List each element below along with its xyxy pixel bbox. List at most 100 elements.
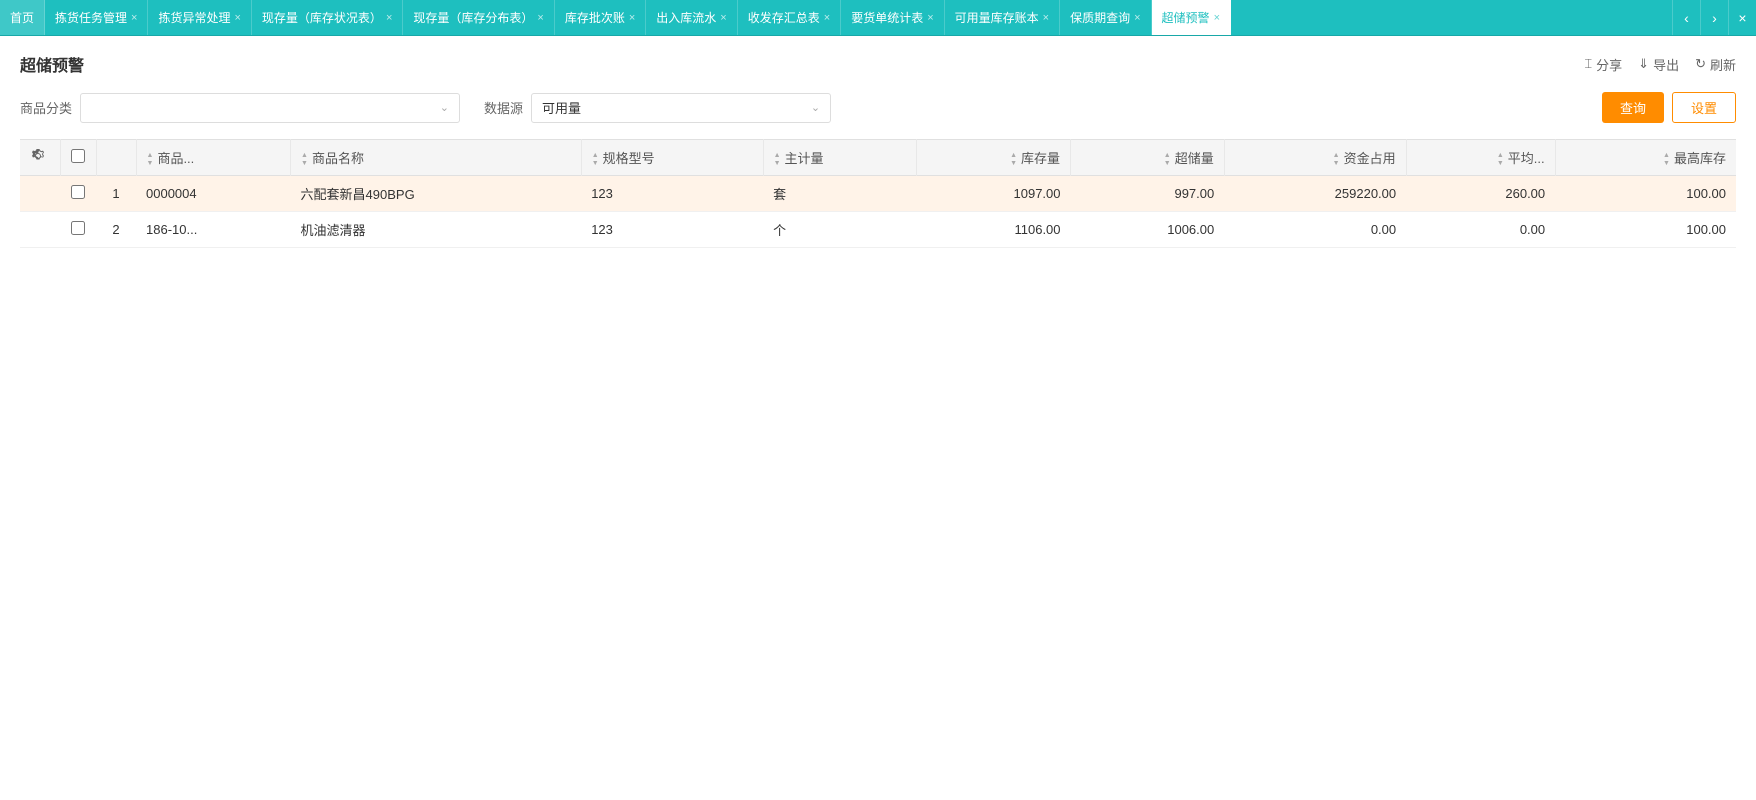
nav-tab-batch[interactable]: 库存批次账 × <box>555 0 646 35</box>
nav-tab-quality-check[interactable]: 保质期查询 × <box>1060 0 1151 35</box>
row-checkbox-cell <box>60 176 96 212</box>
row-stock-qty: 1106.00 <box>917 212 1071 248</box>
refresh-icon: ↻ <box>1695 56 1706 72</box>
product-code-header[interactable]: ▲▼商品... <box>136 140 291 176</box>
tab-label: 拣货异常处理 <box>158 9 230 26</box>
row-spec: 123 <box>581 176 763 212</box>
tab-close-icon[interactable]: × <box>720 12 726 24</box>
page-header: 超储预警 ⌶ 分享 ⇓ 导出 ↻ 刷新 <box>20 52 1736 76</box>
tab-close-icon[interactable]: × <box>1043 12 1049 24</box>
nav-arrow-close[interactable]: × <box>1728 0 1756 35</box>
tab-label: 收发存汇总表 <box>748 9 820 26</box>
tab-close-icon[interactable]: × <box>1134 12 1140 24</box>
row-spec: 123 <box>581 212 763 248</box>
sort-icon: ▲▼ <box>1010 152 1017 167</box>
table-row: 2 186-10... 机油滤清器 123 个 1106.00 1006.00 … <box>20 212 1736 248</box>
refresh-action[interactable]: ↻ 刷新 <box>1695 55 1736 74</box>
row-max-stock: 100.00 <box>1555 212 1736 248</box>
page-content: 超储预警 ⌶ 分享 ⇓ 导出 ↻ 刷新 商品分类 ⌄ 数据源 <box>0 36 1756 264</box>
share-action[interactable]: ⌶ 分享 <box>1584 55 1622 74</box>
tab-close-icon[interactable]: × <box>1214 12 1220 24</box>
row-overstock-qty: 1006.00 <box>1071 212 1225 248</box>
spec-header[interactable]: ▲▼规格型号 <box>581 140 763 176</box>
row-max-stock: 100.00 <box>1555 176 1736 212</box>
row-stock-qty: 1097.00 <box>917 176 1071 212</box>
row-checkbox[interactable] <box>71 185 85 199</box>
row-capital-use: 0.00 <box>1224 212 1406 248</box>
datasource-filter: 数据源 可用量 ⌄ <box>484 93 831 123</box>
chevron-down-icon-2: ⌄ <box>811 101 820 114</box>
row-number: 1 <box>96 176 136 212</box>
share-icon: ⌶ <box>1584 56 1592 72</box>
row-product-name: 机油滤清器 <box>291 212 582 248</box>
table-header-row: ▲▼商品... ▲▼商品名称 ▲▼规格型号 ▲▼主计量 ▲▼库存量 ▲▼超储量 <box>20 140 1736 176</box>
filter-bar: 商品分类 ⌄ 数据源 可用量 ⌄ 查询 设置 <box>20 92 1736 123</box>
tab-close-icon[interactable]: × <box>537 12 543 24</box>
datasource-select[interactable]: 可用量 ⌄ <box>531 93 831 123</box>
sort-icon: ▲▼ <box>1497 152 1504 167</box>
export-action[interactable]: ⇓ 导出 <box>1638 55 1679 74</box>
row-overstock-qty: 997.00 <box>1071 176 1225 212</box>
row-num-header <box>96 140 136 176</box>
max-stock-header[interactable]: ▲▼最高库存 <box>1555 140 1736 176</box>
tab-close-icon[interactable]: × <box>629 12 635 24</box>
nav-arrow-left[interactable]: ‹ <box>1672 0 1700 35</box>
tab-label: 可用量库存账本 <box>955 9 1039 26</box>
avg-header[interactable]: ▲▼平均... <box>1406 140 1555 176</box>
datasource-value: 可用量 <box>542 98 581 117</box>
nav-tab-available-ledger[interactable]: 可用量库存账本 × <box>945 0 1060 35</box>
tab-label: 出入库流水 <box>656 9 716 26</box>
tab-label: 现存量（库存状况表） <box>262 9 382 26</box>
nav-tab-exception[interactable]: 拣货异常处理 × <box>148 0 251 35</box>
row-capital-use: 259220.00 <box>1224 176 1406 212</box>
share-label: 分享 <box>1596 55 1622 74</box>
top-navigation: 首页拣货任务管理 ×拣货异常处理 ×现存量（库存状况表） ×现存量（库存分布表）… <box>0 0 1756 36</box>
tab-close-icon[interactable]: × <box>386 12 392 24</box>
nav-tab-home[interactable]: 首页 <box>0 0 45 35</box>
tab-label: 拣货任务管理 <box>55 9 127 26</box>
sort-icon: ▲▼ <box>774 152 781 167</box>
unit-header[interactable]: ▲▼主计量 <box>763 140 917 176</box>
row-checkbox[interactable] <box>71 221 85 235</box>
tab-close-icon[interactable]: × <box>234 12 240 24</box>
datasource-label: 数据源 <box>484 98 523 117</box>
gear-column-header <box>20 140 60 176</box>
row-checkbox-cell <box>60 212 96 248</box>
settings-button[interactable]: 设置 <box>1672 92 1736 123</box>
select-all-header <box>60 140 96 176</box>
tab-label: 首页 <box>10 9 34 26</box>
product-name-header[interactable]: ▲▼商品名称 <box>291 140 582 176</box>
sort-icon: ▲▼ <box>1333 152 1340 167</box>
query-button[interactable]: 查询 <box>1602 92 1664 123</box>
nav-arrow-right[interactable]: › <box>1700 0 1728 35</box>
nav-tab-inventory-status[interactable]: 现存量（库存状况表） × <box>252 0 403 35</box>
tab-close-icon[interactable]: × <box>131 12 137 24</box>
row-product-code: 0000004 <box>136 176 291 212</box>
select-all-checkbox[interactable] <box>71 149 85 163</box>
nav-tab-recv-summary[interactable]: 收发存汇总表 × <box>738 0 841 35</box>
refresh-label: 刷新 <box>1710 55 1736 74</box>
category-label: 商品分类 <box>20 98 72 117</box>
tab-label: 保质期查询 <box>1070 9 1130 26</box>
overstock-qty-header[interactable]: ▲▼超储量 <box>1071 140 1225 176</box>
tab-label: 库存批次账 <box>565 9 625 26</box>
header-actions: ⌶ 分享 ⇓ 导出 ↻ 刷新 <box>1584 55 1736 74</box>
gear-icon[interactable] <box>30 148 46 164</box>
stock-qty-header[interactable]: ▲▼库存量 <box>917 140 1071 176</box>
nav-tab-order-stats[interactable]: 要货单统计表 × <box>841 0 944 35</box>
capital-use-header[interactable]: ▲▼资金占用 <box>1224 140 1406 176</box>
category-select[interactable]: ⌄ <box>80 93 460 123</box>
export-label: 导出 <box>1653 55 1679 74</box>
row-product-name: 六配套新昌490BPG <box>291 176 582 212</box>
row-number: 2 <box>96 212 136 248</box>
nav-tab-inout-flow[interactable]: 出入库流水 × <box>646 0 737 35</box>
sort-icon: ▲▼ <box>592 152 599 167</box>
nav-tab-overstock-warning[interactable]: 超储预警 × <box>1152 0 1231 35</box>
nav-tab-task-mgmt[interactable]: 拣货任务管理 × <box>45 0 148 35</box>
tab-close-icon[interactable]: × <box>927 12 933 24</box>
nav-arrows: ‹ › × <box>1672 0 1756 35</box>
row-unit: 个 <box>763 212 917 248</box>
tab-close-icon[interactable]: × <box>824 12 830 24</box>
row-avg: 260.00 <box>1406 176 1555 212</box>
nav-tab-inventory-dist[interactable]: 现存量（库存分布表） × <box>403 0 554 35</box>
